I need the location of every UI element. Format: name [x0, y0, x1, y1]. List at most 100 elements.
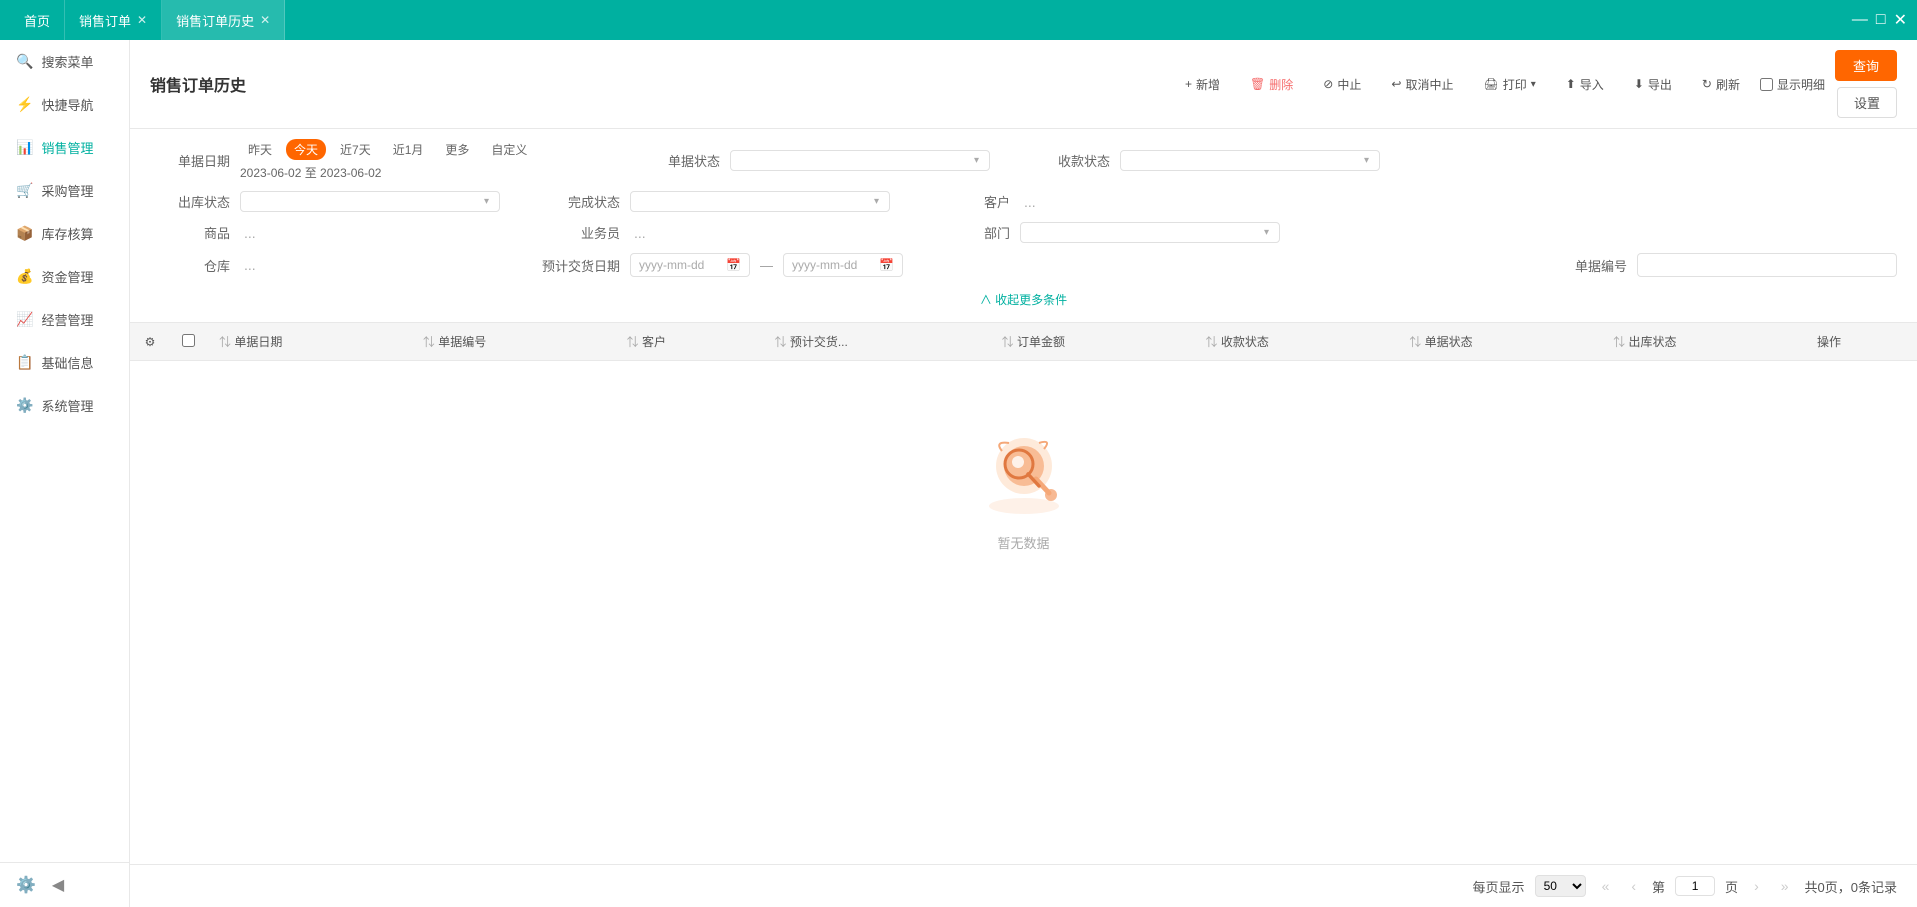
- import-button[interactable]: ⬆ 导入: [1556, 71, 1614, 98]
- window-controls: — □ ✕: [1852, 10, 1907, 30]
- receipt-status-arrow-icon: ▾: [1364, 155, 1369, 166]
- sort-icon-customer: ⇅: [627, 335, 639, 349]
- settings-footer-icon[interactable]: ⚙️: [16, 875, 36, 895]
- col-doc-status[interactable]: ⇅ 单据状态: [1397, 323, 1601, 361]
- completion-status-select-wrap: ▾: [630, 191, 890, 212]
- delivery-date-wrap: yyyy-mm-dd 📅 — yyyy-mm-dd 📅: [630, 253, 1507, 277]
- completion-arrow-icon: ▾: [874, 196, 879, 207]
- col-customer[interactable]: ⇅ 客户: [615, 323, 763, 361]
- delivery-date-label: 预计交货日期: [540, 256, 630, 275]
- col-doc-date[interactable]: ⇅ 单据日期: [207, 323, 411, 361]
- col-checkbox[interactable]: [170, 323, 207, 361]
- sidebar-footer: ⚙️ ◀: [0, 862, 129, 907]
- delivery-date-start[interactable]: yyyy-mm-dd 📅: [630, 253, 750, 277]
- cancel-stop-button[interactable]: ↩ 取消中止: [1381, 71, 1463, 98]
- date-tab-today[interactable]: 今天: [286, 139, 326, 160]
- completion-status-select[interactable]: ▾: [630, 191, 890, 212]
- doc-status-arrow-icon: ▾: [974, 155, 979, 166]
- close-icon[interactable]: ✕: [1894, 10, 1907, 30]
- minimize-icon[interactable]: —: [1852, 11, 1868, 29]
- calendar-start-icon[interactable]: 📅: [726, 258, 741, 272]
- sidebar-item-finance[interactable]: 💰 资金管理: [0, 255, 129, 298]
- filter-row-3: 商品 ... 业务员 ... 部门 ▾: [150, 222, 1897, 243]
- date-tab-custom[interactable]: 自定义: [483, 139, 535, 160]
- collapse-row[interactable]: ∧ 收起更多条件: [150, 287, 1897, 312]
- date-tab-last7[interactable]: 近7天: [332, 139, 379, 160]
- tab-sales-order-history[interactable]: 销售订单历史 ✕: [162, 0, 285, 40]
- display-toggle-checkbox[interactable]: [1760, 78, 1773, 91]
- import-icon: ⬆: [1566, 77, 1576, 91]
- tab-close-history[interactable]: ✕: [260, 13, 270, 27]
- doc-no-input[interactable]: [1637, 253, 1897, 277]
- salesperson-dots[interactable]: ...: [630, 225, 650, 241]
- department-select[interactable]: ▾: [1020, 222, 1280, 243]
- sidebar-item-inventory[interactable]: 📦 库存核算: [0, 212, 129, 255]
- sort-icon-receipt: ⇅: [1205, 335, 1217, 349]
- col-doc-no[interactable]: ⇅ 单据编号: [411, 323, 615, 361]
- sort-icon-doc-no: ⇅: [423, 335, 435, 349]
- sidebar-item-search[interactable]: 🔍 搜索菜单: [0, 40, 129, 83]
- collapse-sidebar-icon[interactable]: ◀: [52, 875, 64, 895]
- column-settings-icon[interactable]: ⚙: [145, 335, 156, 349]
- col-settings[interactable]: ⚙: [130, 323, 170, 361]
- expand-icon[interactable]: □: [1876, 11, 1886, 29]
- date-tab-last1m[interactable]: 近1月: [385, 139, 432, 160]
- receipt-status-select-wrap: ▾: [1120, 150, 1380, 171]
- last-page-button[interactable]: »: [1775, 876, 1795, 896]
- date-tab-more[interactable]: 更多: [437, 139, 477, 160]
- warehouse-dots[interactable]: ...: [240, 257, 260, 273]
- page-size-label: 每页显示: [1473, 877, 1525, 896]
- receipt-status-select[interactable]: ▾: [1120, 150, 1380, 171]
- page-size-select[interactable]: 10 20 50 100: [1535, 875, 1586, 897]
- filter-row-2: 出库状态 ▾ 完成状态 ▾ 客户 ...: [150, 191, 1897, 212]
- tab-home[interactable]: 首页: [10, 0, 65, 40]
- refresh-button[interactable]: ↻ 刷新: [1692, 71, 1750, 98]
- delete-button[interactable]: 🗑 删除: [1240, 71, 1303, 98]
- doc-no-label: 单据编号: [1547, 256, 1637, 275]
- sidebar-item-sales[interactable]: 📊 销售管理: [0, 126, 129, 169]
- outbound-status-select[interactable]: ▾: [240, 191, 500, 212]
- sales-icon: 📊: [16, 139, 33, 156]
- col-order-amount[interactable]: ⇅ 订单金额: [990, 323, 1194, 361]
- date-tab-yesterday[interactable]: 昨天: [240, 139, 280, 160]
- next-page-button[interactable]: ›: [1748, 876, 1765, 896]
- export-icon: ⬇: [1634, 77, 1644, 91]
- print-button[interactable]: 🖨 打印 ▾: [1473, 71, 1545, 98]
- sidebar-item-operation[interactable]: 📈 经营管理: [0, 298, 129, 341]
- customer-select-wrap: ...: [1020, 194, 1280, 210]
- col-receipt-status[interactable]: ⇅ 收款状态: [1193, 323, 1397, 361]
- content-area: 销售订单历史 + 新增 🗑 删除 ⊘ 中止 ↩ 取消中止: [130, 40, 1917, 907]
- goods-dots[interactable]: ...: [240, 225, 260, 241]
- col-delivery-date[interactable]: ⇅ 预计交货...: [762, 323, 989, 361]
- first-page-button[interactable]: «: [1596, 876, 1616, 896]
- col-outbound-status[interactable]: ⇅ 出库状态: [1601, 323, 1805, 361]
- select-all-checkbox[interactable]: [182, 334, 195, 347]
- page-header: 销售订单历史 + 新增 🗑 删除 ⊘ 中止 ↩ 取消中止: [130, 40, 1917, 129]
- sort-icon-amount: ⇅: [1002, 335, 1014, 349]
- sidebar-item-quick-nav[interactable]: ⚡ 快捷导航: [0, 83, 129, 126]
- goods-wrap: ...: [240, 225, 500, 241]
- delivery-date-end[interactable]: yyyy-mm-dd 📅: [783, 253, 903, 277]
- operation-icon: 📈: [16, 311, 33, 328]
- prev-page-button[interactable]: ‹: [1625, 876, 1642, 896]
- col-operation: 操作: [1805, 323, 1917, 361]
- sidebar-item-system[interactable]: ⚙️ 系统管理: [0, 384, 129, 427]
- refresh-icon: ↻: [1702, 77, 1712, 91]
- sidebar-item-purchase[interactable]: 🛒 采购管理: [0, 169, 129, 212]
- date-range-display: 2023-06-02 至 2023-06-02: [240, 164, 535, 181]
- doc-status-select[interactable]: ▾: [730, 150, 990, 171]
- calendar-end-icon[interactable]: 📅: [879, 258, 894, 272]
- display-toggle[interactable]: 显示明细: [1760, 76, 1825, 93]
- filter-row-1: 单据日期 昨天 今天 近7天 近1月 更多 自定义 2023-06-02 至 2…: [150, 139, 1897, 181]
- sidebar-item-basic[interactable]: 📋 基础信息: [0, 341, 129, 384]
- query-button[interactable]: 查询: [1835, 50, 1897, 81]
- export-button[interactable]: ⬇ 导出: [1624, 71, 1682, 98]
- receipt-status-label: 收款状态: [1030, 151, 1120, 170]
- tab-close-sales-order[interactable]: ✕: [137, 13, 147, 27]
- stop-button[interactable]: ⊘ 中止: [1313, 71, 1371, 98]
- page-number-input[interactable]: [1675, 876, 1715, 896]
- tab-sales-order[interactable]: 销售订单 ✕: [65, 0, 162, 40]
- customer-dots[interactable]: ...: [1020, 194, 1040, 210]
- set-button[interactable]: 设置: [1837, 87, 1897, 118]
- new-button[interactable]: + 新增: [1175, 71, 1230, 98]
